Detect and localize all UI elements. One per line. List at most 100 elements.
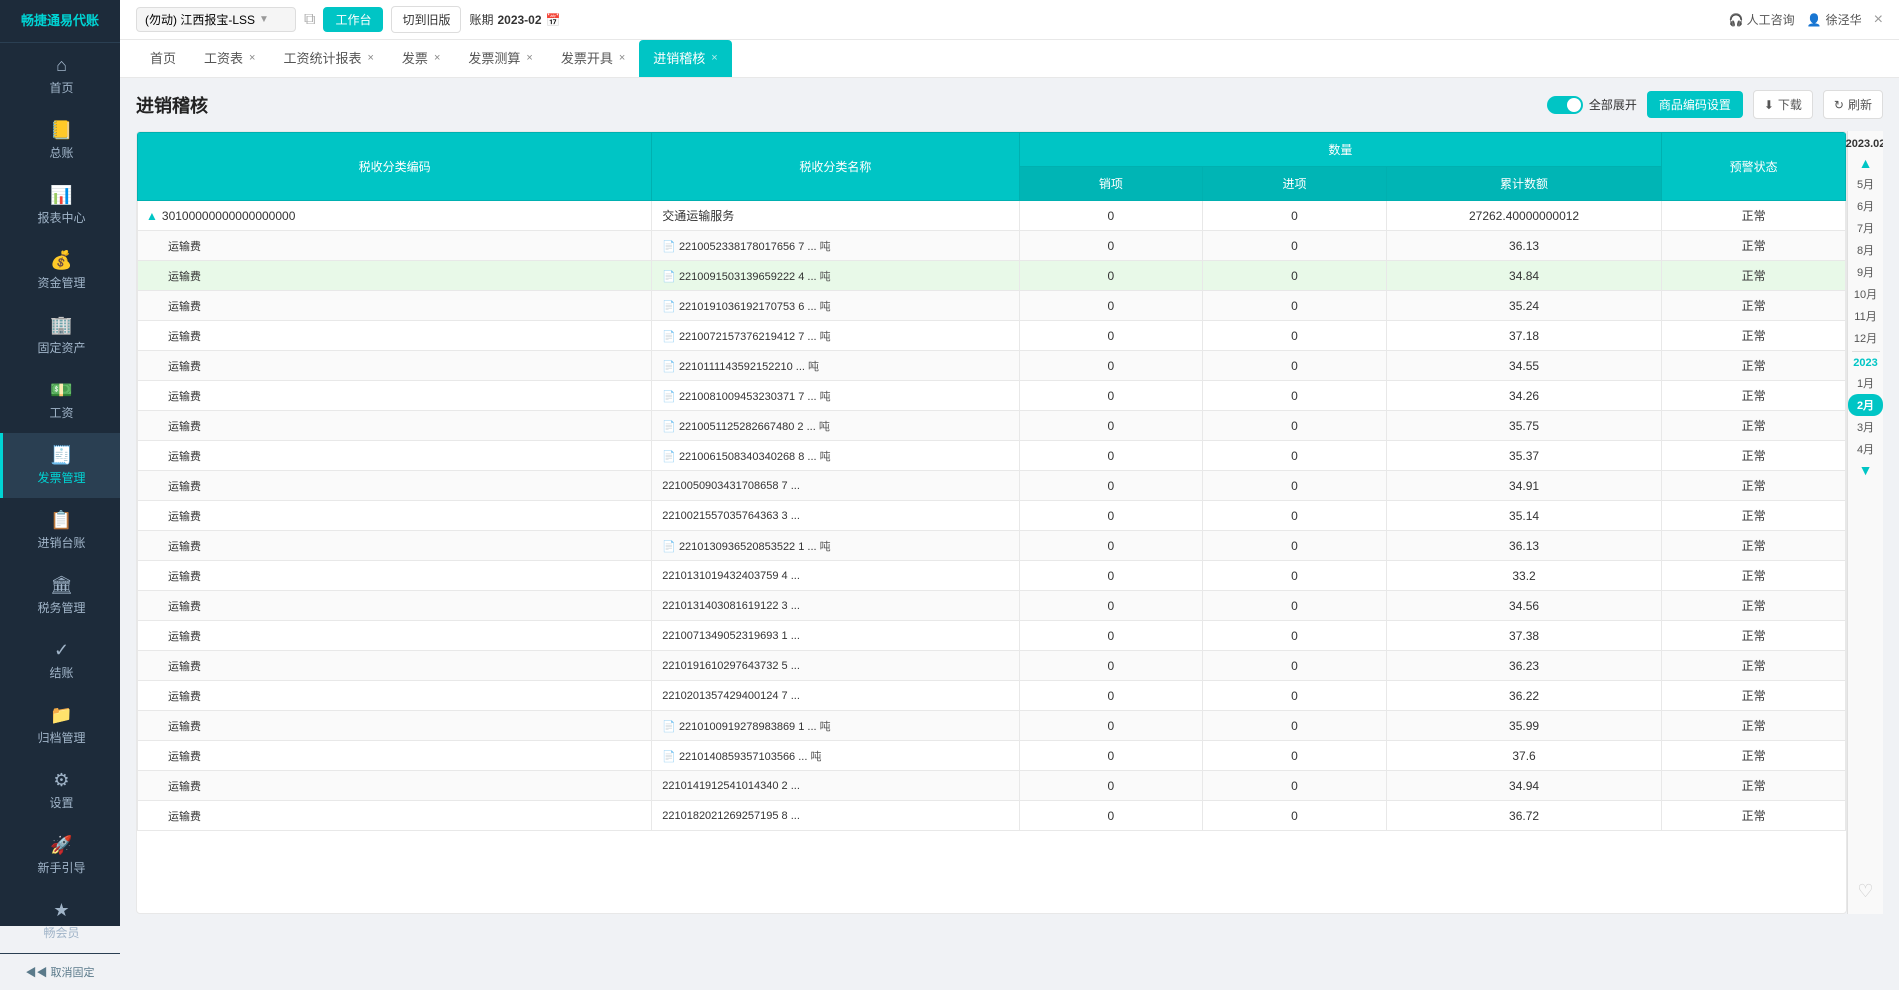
tab-6[interactable]: 进销稽核× — [639, 40, 731, 77]
sidebar-item-ledger[interactable]: 📒总账 — [0, 108, 120, 173]
file-icon: 📄 — [662, 541, 676, 553]
expand-toggle-label: 全部展开 — [1589, 96, 1637, 113]
sidebar-icon-invoice: 🧾 — [50, 445, 72, 466]
row-status: 正常 — [1662, 651, 1846, 681]
invoice-type-badge: 吨 — [820, 271, 831, 283]
topbar-right: 🎧 人工咨询 👤 徐泾华 × — [1729, 11, 1883, 29]
row-total: 34.26 — [1386, 381, 1661, 411]
tab-5[interactable]: 发票开具× — [547, 40, 639, 77]
row-status: 正常 — [1662, 561, 1846, 591]
row-invoice: 📄2210130936520853522 1 ... 吨 — [652, 531, 1019, 561]
tab-4[interactable]: 发票测算× — [454, 40, 546, 77]
tab-close-1[interactable]: × — [249, 52, 255, 64]
sidebar-unpin-btn[interactable]: ◀◀ 取消固定 — [0, 953, 120, 990]
panel-month-3[interactable]: 3月 — [1848, 416, 1883, 438]
sidebar-item-settings[interactable]: ⚙设置 — [0, 758, 120, 823]
row-jin: 0 — [1203, 591, 1387, 621]
panel-month-10[interactable]: 10月 — [1848, 283, 1883, 305]
sidebar-item-archive[interactable]: 📁归档管理 — [0, 693, 120, 758]
sidebar-item-guide[interactable]: 🚀新手引导 — [0, 823, 120, 888]
tab-1[interactable]: 工资表× — [190, 40, 269, 77]
panel-month-11[interactable]: 11月 — [1848, 305, 1883, 327]
tab-close-3[interactable]: × — [434, 52, 440, 64]
calendar-panel: 2023.02 ▲ 5月 6月 7月 8月 9月 10月 11月 12月 202… — [1847, 131, 1883, 914]
panel-month-5[interactable]: 5月 — [1848, 173, 1883, 195]
row-invoice: 2210071349052319693 1 ... — [652, 621, 1019, 651]
sidebar-item-reports[interactable]: 📊报表中心 — [0, 173, 120, 238]
sidebar-icon-home: ⌂ — [56, 55, 67, 76]
tab-close-2[interactable]: × — [367, 52, 373, 64]
row-invoice: 📄2210061508340340268 8 ... 吨 — [652, 441, 1019, 471]
sidebar-item-settle[interactable]: ✓结账 — [0, 628, 120, 693]
tab-label-2: 工资统计报表 — [283, 48, 361, 67]
tab-close-6[interactable]: × — [711, 52, 717, 64]
sidebar-item-invoice[interactable]: 🧾发票管理 — [0, 433, 120, 498]
row-invoice: 📄2210111143592152210 ... 吨 — [652, 351, 1019, 381]
panel-month-9[interactable]: 9月 — [1848, 261, 1883, 283]
panel-month-7[interactable]: 7月 — [1848, 217, 1883, 239]
row-jin: 0 — [1203, 471, 1387, 501]
file-icon: 📄 — [662, 361, 676, 373]
sidebar-label-assets: 固定资产 — [37, 339, 85, 356]
sidebar-item-funds[interactable]: 💰资金管理 — [0, 238, 120, 303]
invoice-type-badge: 吨 — [820, 301, 831, 313]
invoice-type-badge: 吨 — [808, 361, 819, 373]
sidebar-label-reports: 报表中心 — [37, 209, 85, 226]
row-xiao: 0 — [1019, 621, 1203, 651]
refresh-btn[interactable]: ↻ 刷新 — [1823, 90, 1883, 119]
sidebar-label-ledger: 总账 — [49, 144, 73, 161]
row-invoice: 📄2210191036192170753 6 ... 吨 — [652, 291, 1019, 321]
expand-icon[interactable]: ▲ — [146, 209, 158, 223]
row-code: 运输费 — [138, 711, 652, 741]
window-close-btn[interactable]: × — [1874, 11, 1883, 29]
workbench-btn[interactable]: 工作台 — [323, 7, 383, 32]
panel-up-arrow[interactable]: ▲ — [1859, 153, 1873, 173]
support-link[interactable]: 🎧 人工咨询 — [1729, 11, 1795, 28]
panel-month-6[interactable]: 6月 — [1848, 195, 1883, 217]
row-total: 33.2 — [1386, 561, 1661, 591]
panel-month-1[interactable]: 1月 — [1848, 372, 1883, 394]
panel-month-12[interactable]: 12月 — [1848, 327, 1883, 349]
file-icon: 📄 — [662, 721, 676, 733]
row-code: 运输费 — [138, 501, 652, 531]
table-row: 运输费 2210021557035764363 3 ... 0 0 35.14 … — [138, 501, 1846, 531]
sidebar-item-home[interactable]: ⌂首页 — [0, 43, 120, 108]
copy-icon[interactable]: ⧉ — [304, 11, 315, 29]
download-btn[interactable]: ⬇ 下载 — [1753, 90, 1813, 119]
favorite-icon[interactable]: ♡ — [1857, 881, 1873, 910]
sidebar-item-salary[interactable]: 💵工资 — [0, 368, 120, 433]
topbar: (勿动) 江西报宝-LSS ▼ ⧉ 工作台 切到旧版 账期 2023-02 📅 … — [120, 0, 1899, 40]
sidebar-item-member[interactable]: ★畅会员 — [0, 888, 120, 953]
row-invoice: 📄2210140859357103566 ... 吨 — [652, 741, 1019, 771]
row-xiao: 0 — [1019, 681, 1203, 711]
row-status: 正常 — [1662, 531, 1846, 561]
panel-month-8[interactable]: 8月 — [1848, 239, 1883, 261]
file-icon: 📄 — [662, 751, 676, 763]
panel-month-4[interactable]: 4月 — [1848, 438, 1883, 460]
tab-close-4[interactable]: × — [526, 52, 532, 64]
tab-2[interactable]: 工资统计报表 × — [269, 40, 387, 77]
sidebar-item-sales[interactable]: 📋进销台账 — [0, 498, 120, 563]
tab-close-5[interactable]: × — [619, 52, 625, 64]
row-total: 35.24 — [1386, 291, 1661, 321]
file-icon: 📄 — [662, 421, 676, 433]
tab-3[interactable]: 发票× — [388, 40, 454, 77]
company-selector[interactable]: (勿动) 江西报宝-LSS ▼ — [136, 7, 296, 32]
sidebar-item-assets[interactable]: 🏢 固定资产 — [0, 303, 120, 368]
expand-toggle[interactable] — [1547, 96, 1583, 114]
row-xiao: 0 — [1019, 411, 1203, 441]
table-row: 运输费 📄2210100919278983869 1 ... 吨 0 0 35.… — [138, 711, 1846, 741]
settings-btn[interactable]: 商品编码设置 — [1647, 91, 1743, 118]
switch-version-btn[interactable]: 切到旧版 — [391, 6, 461, 33]
calendar-icon[interactable]: 📅 — [546, 13, 561, 27]
sidebar-icon-assets: 🏢 — [50, 315, 72, 336]
panel-down-arrow[interactable]: ▼ — [1859, 460, 1873, 480]
tab-0[interactable]: 首页 — [136, 40, 190, 77]
sidebar-item-tax[interactable]: 🏛税务管理 — [0, 563, 120, 628]
sidebar-label-settings: 设置 — [49, 794, 73, 811]
sidebar-icon-funds: 💰 — [50, 250, 72, 271]
sidebar-icon-salary: 💵 — [50, 380, 72, 401]
panel-month-2[interactable]: 2月 — [1848, 394, 1883, 416]
row-invoice: 2210191610297643732 5 ... — [652, 651, 1019, 681]
col-header-name: 税收分类名称 — [652, 133, 1019, 201]
